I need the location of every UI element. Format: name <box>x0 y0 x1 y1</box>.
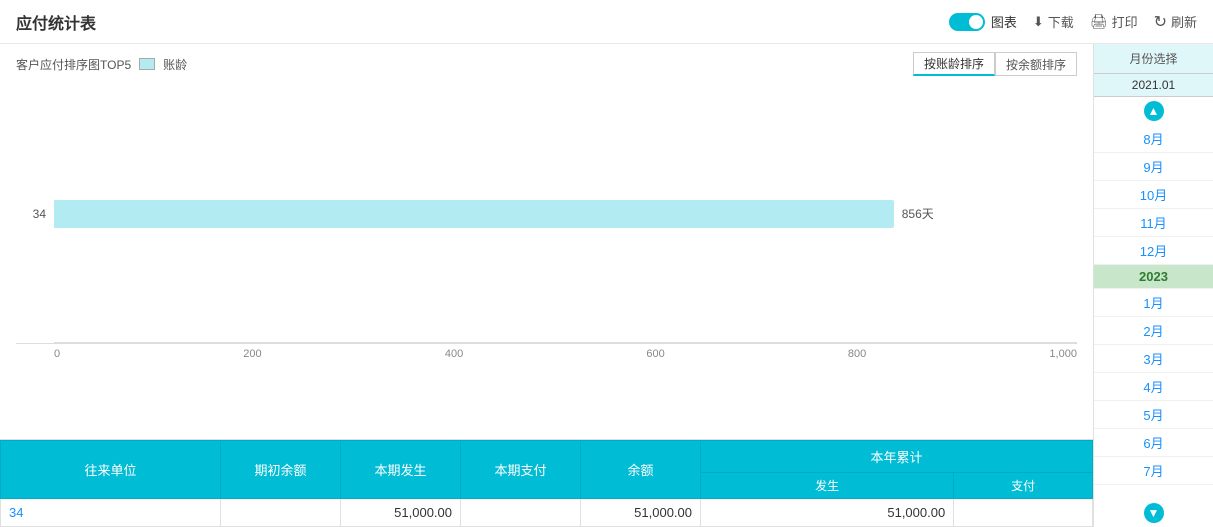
bar-end-label: 856天 <box>902 205 934 222</box>
legend-title: 客户应付排序图TOP5 <box>16 56 131 73</box>
right-sidebar: 月份选择 2021.01 ▲ 8月 9月 10月 11月 12月 2023 1月… <box>1093 44 1213 527</box>
month-item-6[interactable]: 6月 <box>1094 429 1213 457</box>
header-actions: 图表 下载 打印 刷新 <box>949 12 1197 32</box>
col-current-pay-header: 本期支付 <box>461 441 581 499</box>
cell-current-occur: 51,000.00 <box>341 499 461 527</box>
table-header-row: 往来单位 期初余额 本期发生 本期支付 余额 本年累计 <box>1 441 1093 473</box>
month-item-2023[interactable]: 2023 <box>1094 265 1213 289</box>
col-unit-header: 往来单位 <box>1 441 221 499</box>
col-ytd-header: 本年累计 <box>701 441 1093 473</box>
month-item-2[interactable]: 2月 <box>1094 317 1213 345</box>
chart-area: 客户应付排序图TOP5 账龄 按账龄排序 按余额排序 34 856天 <box>0 44 1093 527</box>
cell-current-pay <box>461 499 581 527</box>
print-button[interactable]: 打印 <box>1090 12 1138 31</box>
bar-y-label: 34 <box>16 207 46 221</box>
month-list: 8月 9月 10月 11月 12月 2023 1月 2月 3月 4月 5月 6月… <box>1094 125 1213 499</box>
print-icon <box>1090 13 1108 30</box>
sidebar-month-header: 月份选择 <box>1094 44 1213 74</box>
month-item-1[interactable]: 1月 <box>1094 289 1213 317</box>
month-item-8[interactable]: 8月 <box>1094 125 1213 153</box>
month-item-10[interactable]: 10月 <box>1094 181 1213 209</box>
download-button[interactable]: 下载 <box>1033 12 1074 31</box>
download-label: 下载 <box>1048 12 1074 31</box>
sidebar-up-button[interactable]: ▲ <box>1094 97 1213 125</box>
page-title: 应付统计表 <box>16 10 96 34</box>
x-label-800: 800 <box>848 348 866 360</box>
sort-by-amount-button[interactable]: 按账龄排序 <box>913 52 995 76</box>
summary-table: 往来单位 期初余额 本期发生 本期支付 余额 本年累计 发生 支付 <box>0 440 1093 527</box>
print-label: 打印 <box>1112 12 1138 31</box>
app-container: 应付统计表 图表 下载 打印 刷新 <box>0 0 1213 527</box>
sort-buttons: 按账龄排序 按余额排序 <box>913 52 1077 76</box>
table-row: 34 51,000.00 51,000.00 51,000.00 <box>1 499 1093 527</box>
col-ytd-occur-header: 发生 <box>701 473 954 499</box>
cell-opening <box>221 499 341 527</box>
col-ytd-pay-header: 支付 <box>954 473 1093 499</box>
main-content: 客户应付排序图TOP5 账龄 按账龄排序 按余额排序 34 856天 <box>0 44 1213 527</box>
x-label-200: 200 <box>243 348 261 360</box>
month-item-3[interactable]: 3月 <box>1094 345 1213 373</box>
chart-legend: 客户应付排序图TOP5 账龄 <box>16 56 187 73</box>
month-item-5[interactable]: 5月 <box>1094 401 1213 429</box>
refresh-label: 刷新 <box>1171 12 1197 31</box>
month-item-7[interactable]: 7月 <box>1094 457 1213 485</box>
col-current-occur-header: 本期发生 <box>341 441 461 499</box>
cell-ytd-pay <box>954 499 1093 527</box>
refresh-icon <box>1154 12 1167 32</box>
x-axis: 0 200 400 600 800 1,000 <box>16 344 1077 360</box>
sidebar-current-value[interactable]: 2021.01 <box>1094 74 1213 97</box>
refresh-button[interactable]: 刷新 <box>1154 12 1197 32</box>
cell-ytd-occur: 51,000.00 <box>701 499 954 527</box>
bar-fill <box>54 200 894 228</box>
col-opening-header: 期初余额 <box>221 441 341 499</box>
bar-chart: 34 856天 <box>16 84 1077 344</box>
x-label-1000: 1,000 <box>1049 348 1077 360</box>
chart-toggle[interactable] <box>949 13 985 31</box>
month-item-11[interactable]: 11月 <box>1094 209 1213 237</box>
legend-label: 账龄 <box>163 56 187 73</box>
month-item-12[interactable]: 12月 <box>1094 237 1213 265</box>
download-icon <box>1033 14 1044 30</box>
table-container: 往来单位 期初余额 本期发生 本期支付 余额 本年累计 发生 支付 <box>0 439 1093 527</box>
bar-chart-container: 34 856天 0 200 400 600 800 1,000 <box>0 84 1093 439</box>
header: 应付统计表 图表 下载 打印 刷新 <box>0 0 1213 44</box>
month-item-4[interactable]: 4月 <box>1094 373 1213 401</box>
sort-by-balance-button[interactable]: 按余额排序 <box>995 52 1077 76</box>
up-circle-icon: ▲ <box>1144 101 1164 121</box>
bar-row: 34 856天 <box>16 200 1077 228</box>
chart-toggle-wrap: 图表 <box>949 12 1017 31</box>
cell-balance: 51,000.00 <box>581 499 701 527</box>
month-item-9[interactable]: 9月 <box>1094 153 1213 181</box>
legend-box <box>139 58 155 70</box>
sidebar-down-button[interactable]: ▼ <box>1094 499 1213 527</box>
x-label-0: 0 <box>54 348 60 360</box>
chart-header: 客户应付排序图TOP5 账龄 按账龄排序 按余额排序 <box>0 44 1093 84</box>
x-label-400: 400 <box>445 348 463 360</box>
col-balance-header: 余额 <box>581 441 701 499</box>
unit-link[interactable]: 34 <box>9 505 23 520</box>
cell-unit: 34 <box>1 499 221 527</box>
chart-toggle-label: 图表 <box>991 12 1017 31</box>
x-label-600: 600 <box>646 348 664 360</box>
down-circle-icon: ▼ <box>1144 503 1164 523</box>
